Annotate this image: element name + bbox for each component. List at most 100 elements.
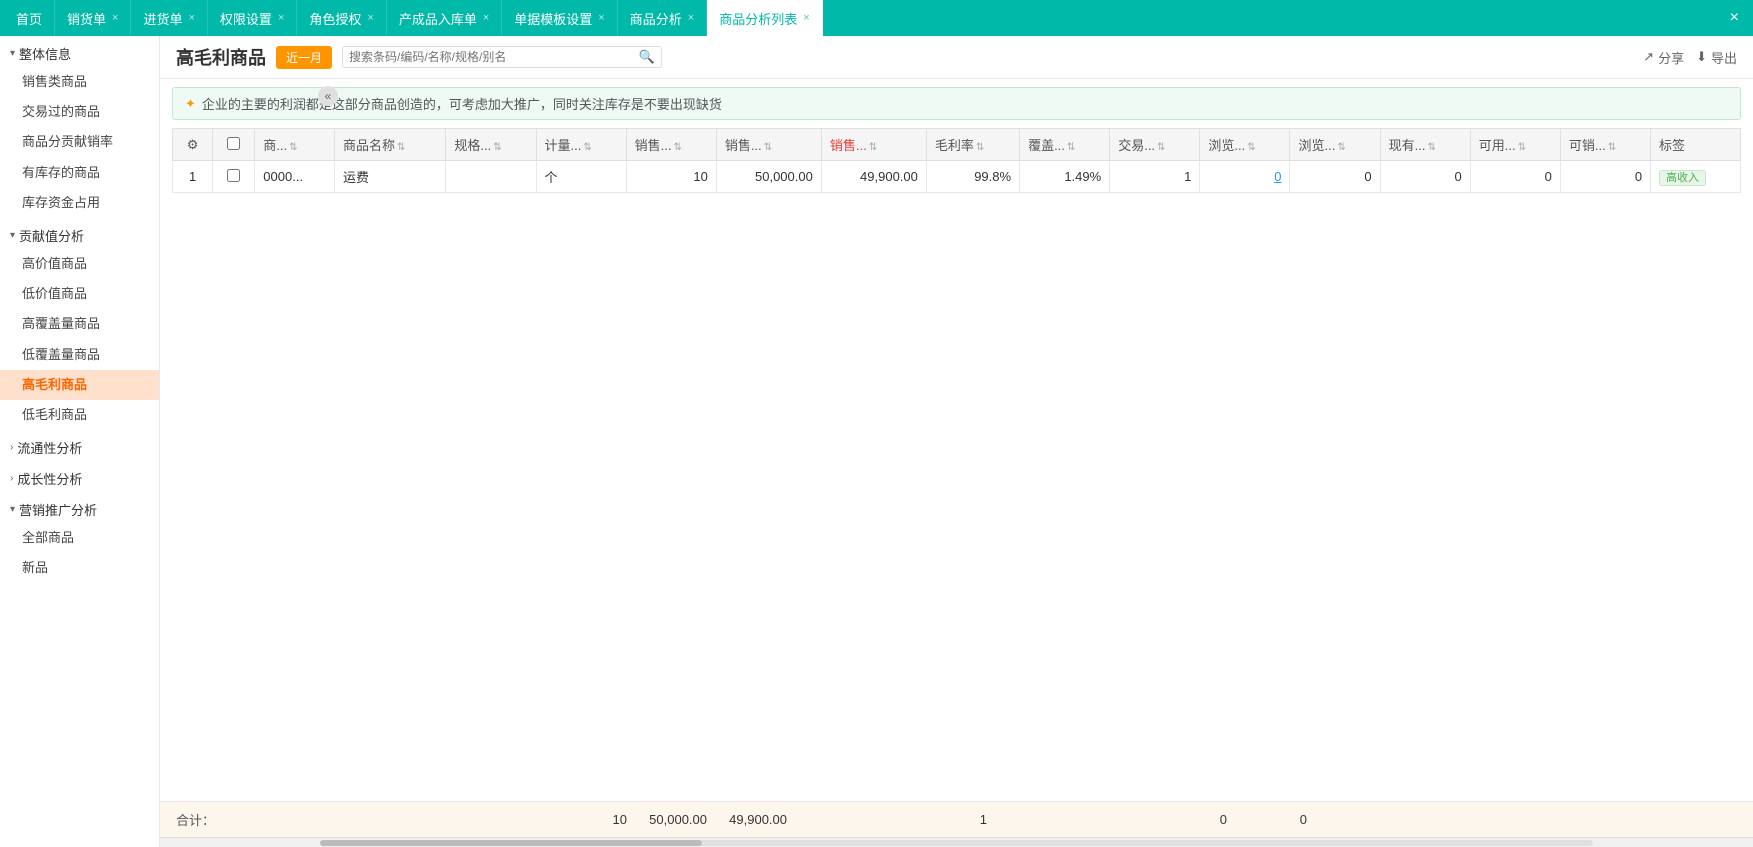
sidebar-item-high-value[interactable]: 高价值商品 xyxy=(0,249,159,279)
sidebar-item-contribution-rate[interactable]: 商品分贡献销率 xyxy=(0,127,159,157)
footer-stock-saleable: 0 xyxy=(1235,812,1315,827)
close-analysis-tab[interactable]: × xyxy=(688,12,694,24)
col-browse2[interactable]: 浏览...⇅ xyxy=(1290,129,1380,161)
cell-sales-cost: 49,900.00 xyxy=(821,161,926,193)
col-trade[interactable]: 交易...⇅ xyxy=(1110,129,1200,161)
share-icon: ↗ xyxy=(1643,49,1654,65)
row-checkbox[interactable] xyxy=(227,169,240,182)
top-navigation: 首页 销货单 × 进货单 × 权限设置 × 角色授权 × 产成品入库单 × 单据… xyxy=(0,0,1753,36)
sidebar-item-all-goods[interactable]: 全部商品 xyxy=(0,523,159,553)
sidebar-item-low-margin[interactable]: 低毛利商品 xyxy=(0,400,159,430)
sidebar-toggle-button[interactable]: « xyxy=(318,86,338,106)
col-browse1[interactable]: 浏览...⇅ xyxy=(1200,129,1290,161)
filter-recent-month-button[interactable]: 近一月 xyxy=(276,46,332,69)
nav-tab-analysis-list[interactable]: 商品分析列表 × xyxy=(707,0,822,36)
sidebar-item-sales-goods[interactable]: 销售类商品 xyxy=(0,67,159,97)
window-close-button[interactable]: × xyxy=(1720,9,1749,27)
footer-sales-qty: 10 xyxy=(555,812,635,827)
table-header-row: ⚙ 商...⇅ 商品名称⇅ 规格...⇅ 计量...⇅ 销售...⇅ 销售...… xyxy=(173,129,1741,161)
expand-icon-2: ▾ xyxy=(10,230,15,241)
sidebar-section-marketing[interactable]: ▾ 营销推广分析 xyxy=(0,492,159,523)
expand-icon-5: ▾ xyxy=(10,504,15,515)
close-inbound-tab[interactable]: × xyxy=(483,12,489,24)
tag-badge: 高收入 xyxy=(1659,170,1706,186)
share-button[interactable]: ↗ 分享 xyxy=(1643,48,1684,67)
horizontal-scrollbar[interactable] xyxy=(160,837,1753,847)
scrollbar-thumb[interactable] xyxy=(320,840,702,846)
table-container: ⚙ 商...⇅ 商品名称⇅ 规格...⇅ 计量...⇅ 销售...⇅ 销售...… xyxy=(160,128,1753,801)
sidebar-item-low-value[interactable]: 低价值商品 xyxy=(0,279,159,309)
cell-gross-rate: 99.8% xyxy=(926,161,1019,193)
cell-browse1[interactable]: 0 xyxy=(1200,161,1290,193)
sidebar-item-new-goods[interactable]: 新品 xyxy=(0,553,159,583)
cell-browse2: 0 xyxy=(1290,161,1380,193)
cell-coverage: 1.49% xyxy=(1020,161,1110,193)
close-role-tab[interactable]: × xyxy=(367,12,373,24)
footer-total-bar: 合计： 10 50,000.00 49,900.00 1 0 0 xyxy=(160,801,1753,837)
col-spec[interactable]: 规格...⇅ xyxy=(446,129,536,161)
scrollbar-track[interactable] xyxy=(320,840,1593,846)
nav-tab-permission[interactable]: 权限设置 × xyxy=(208,0,297,36)
sidebar-section-overall[interactable]: ▾ 整体信息 xyxy=(0,36,159,67)
nav-tab-role[interactable]: 角色授权 × xyxy=(297,0,386,36)
expand-icon: ▾ xyxy=(10,48,15,59)
select-all-checkbox[interactable] xyxy=(227,137,240,150)
export-button[interactable]: ⬇ 导出 xyxy=(1696,48,1737,67)
col-name[interactable]: 商品名称⇅ xyxy=(334,129,445,161)
col-checkbox[interactable] xyxy=(213,129,255,161)
nav-tab-sales[interactable]: 销货单 × xyxy=(55,0,131,36)
sidebar-item-traded-goods[interactable]: 交易过的商品 xyxy=(0,97,159,127)
page-title: 高毛利商品 xyxy=(176,44,266,70)
col-sales-qty[interactable]: 销售...⇅ xyxy=(626,129,716,161)
table-row: 1 0000... 运费 个 10 50,000.00 49,900.00 99… xyxy=(173,161,1741,193)
cell-stock-current: 0 xyxy=(1380,161,1470,193)
search-input[interactable] xyxy=(349,50,639,64)
nav-tab-purchase[interactable]: 进货单 × xyxy=(131,0,207,36)
col-tag[interactable]: 标签 xyxy=(1651,129,1741,161)
content-header: 高毛利商品 近一月 🔍 ↗ 分享 ⬇ 导出 xyxy=(160,36,1753,79)
close-purchase-tab[interactable]: × xyxy=(188,12,194,24)
search-icon[interactable]: 🔍 xyxy=(639,49,655,65)
close-template-tab[interactable]: × xyxy=(598,12,604,24)
cell-code: 0000... xyxy=(255,161,335,193)
sidebar-section-contribution[interactable]: ▾ 贡献值分析 xyxy=(0,218,159,249)
sidebar-item-high-coverage[interactable]: 高覆盖量商品 xyxy=(0,309,159,339)
sidebar-item-high-margin[interactable]: 高毛利商品 xyxy=(0,370,159,400)
sidebar-item-low-coverage[interactable]: 低覆盖量商品 xyxy=(0,340,159,370)
cell-sales-amount: 50,000.00 xyxy=(716,161,821,193)
cell-tag: 高收入 xyxy=(1651,161,1741,193)
footer-stock-available: 0 xyxy=(1155,812,1235,827)
col-sales-amount[interactable]: 销售...⇅ xyxy=(716,129,821,161)
footer-values: 10 50,000.00 49,900.00 1 0 0 xyxy=(235,812,1737,827)
nav-tab-template[interactable]: 单据模板设置 × xyxy=(502,0,617,36)
sidebar-section-liquidity[interactable]: › 流通性分析 xyxy=(0,430,159,461)
col-unit[interactable]: 计量...⇅ xyxy=(536,129,626,161)
cell-name: 运费 xyxy=(334,161,445,193)
expand-icon-3: › xyxy=(10,442,13,453)
sidebar-item-stock-capital[interactable]: 库存资金占用 xyxy=(0,188,159,218)
expand-icon-4: › xyxy=(10,473,13,484)
col-stock-available[interactable]: 可用...⇅ xyxy=(1470,129,1560,161)
nav-tab-inbound[interactable]: 产成品入库单 × xyxy=(387,0,502,36)
col-stock-saleable[interactable]: 可销...⇅ xyxy=(1560,129,1650,161)
nav-tab-analysis[interactable]: 商品分析 × xyxy=(618,0,707,36)
sidebar-item-in-stock[interactable]: 有库存的商品 xyxy=(0,158,159,188)
nav-tab-home[interactable]: 首页 xyxy=(4,0,55,36)
search-container: 🔍 xyxy=(342,46,662,68)
header-actions: ↗ 分享 ⬇ 导出 xyxy=(1643,48,1737,67)
cell-trade: 1 xyxy=(1110,161,1200,193)
close-analysis-list-tab[interactable]: × xyxy=(803,12,809,24)
col-gross-rate[interactable]: 毛利率⇅ xyxy=(926,129,1019,161)
col-stock-current[interactable]: 现有...⇅ xyxy=(1380,129,1470,161)
col-code[interactable]: 商...⇅ xyxy=(255,129,335,161)
cell-checkbox[interactable] xyxy=(213,161,255,193)
footer-sales-cost: 49,900.00 xyxy=(715,812,795,827)
col-coverage[interactable]: 覆盖...⇅ xyxy=(1020,129,1110,161)
sidebar: ▾ 整体信息 销售类商品 交易过的商品 商品分贡献销率 有库存的商品 库存资金占… xyxy=(0,36,160,847)
col-sales-cost[interactable]: 销售...⇅ xyxy=(821,129,926,161)
close-sales-tab[interactable]: × xyxy=(112,12,118,24)
col-settings[interactable]: ⚙ xyxy=(173,129,213,161)
cell-spec xyxy=(446,161,536,193)
close-permission-tab[interactable]: × xyxy=(278,12,284,24)
sidebar-section-growth[interactable]: › 成长性分析 xyxy=(0,461,159,492)
